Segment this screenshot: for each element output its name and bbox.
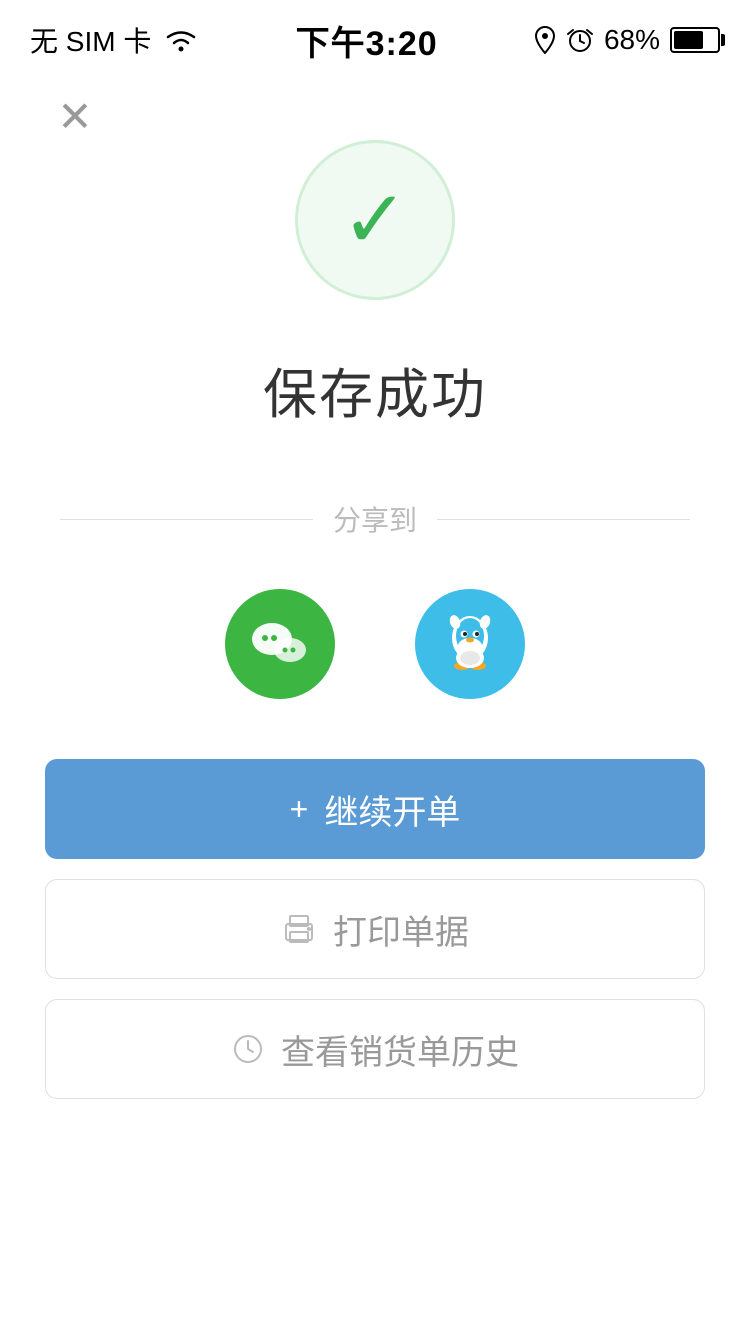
- share-label: 分享到: [333, 499, 417, 539]
- share-section: 分享到: [0, 499, 750, 699]
- print-button[interactable]: 打印单据: [45, 879, 705, 979]
- main-content: ✓ 保存成功 分享到: [0, 80, 750, 1099]
- status-bar: 无 SIM 卡 下午3:20 68%: [0, 0, 750, 80]
- close-icon: ✕: [57, 96, 92, 138]
- share-icons: [225, 589, 525, 699]
- divider-left: [60, 519, 313, 520]
- qq-share-button[interactable]: [415, 589, 525, 699]
- print-label: 打印单据: [333, 905, 469, 954]
- history-icon: [231, 1032, 265, 1066]
- close-button[interactable]: ✕: [50, 92, 100, 142]
- location-icon: [534, 26, 556, 54]
- qq-icon: [440, 610, 500, 678]
- battery-text: 68%: [604, 24, 660, 56]
- checkmark-icon: ✓: [341, 180, 408, 260]
- share-divider: 分享到: [0, 499, 750, 539]
- status-time: 下午3:20: [296, 16, 438, 65]
- battery-icon: [670, 27, 720, 53]
- success-title: 保存成功: [263, 350, 487, 429]
- continue-button[interactable]: + 继续开单: [45, 759, 705, 859]
- action-buttons: + 继续开单 打印单据 查看销货单历史: [45, 759, 705, 1099]
- carrier-text: 无 SIM 卡: [30, 20, 151, 60]
- status-right: 68%: [534, 24, 720, 56]
- alarm-icon: [566, 26, 594, 54]
- plus-icon: +: [290, 791, 309, 828]
- wechat-icon: [248, 617, 313, 672]
- status-left: 无 SIM 卡: [30, 20, 199, 60]
- history-button[interactable]: 查看销货单历史: [45, 999, 705, 1099]
- history-label: 查看销货单历史: [281, 1025, 519, 1074]
- success-circle: ✓: [295, 140, 455, 300]
- continue-label: 继续开单: [324, 785, 460, 834]
- wifi-icon: [163, 27, 199, 53]
- wechat-share-button[interactable]: [225, 589, 335, 699]
- divider-right: [437, 519, 690, 520]
- print-icon: [281, 912, 317, 946]
